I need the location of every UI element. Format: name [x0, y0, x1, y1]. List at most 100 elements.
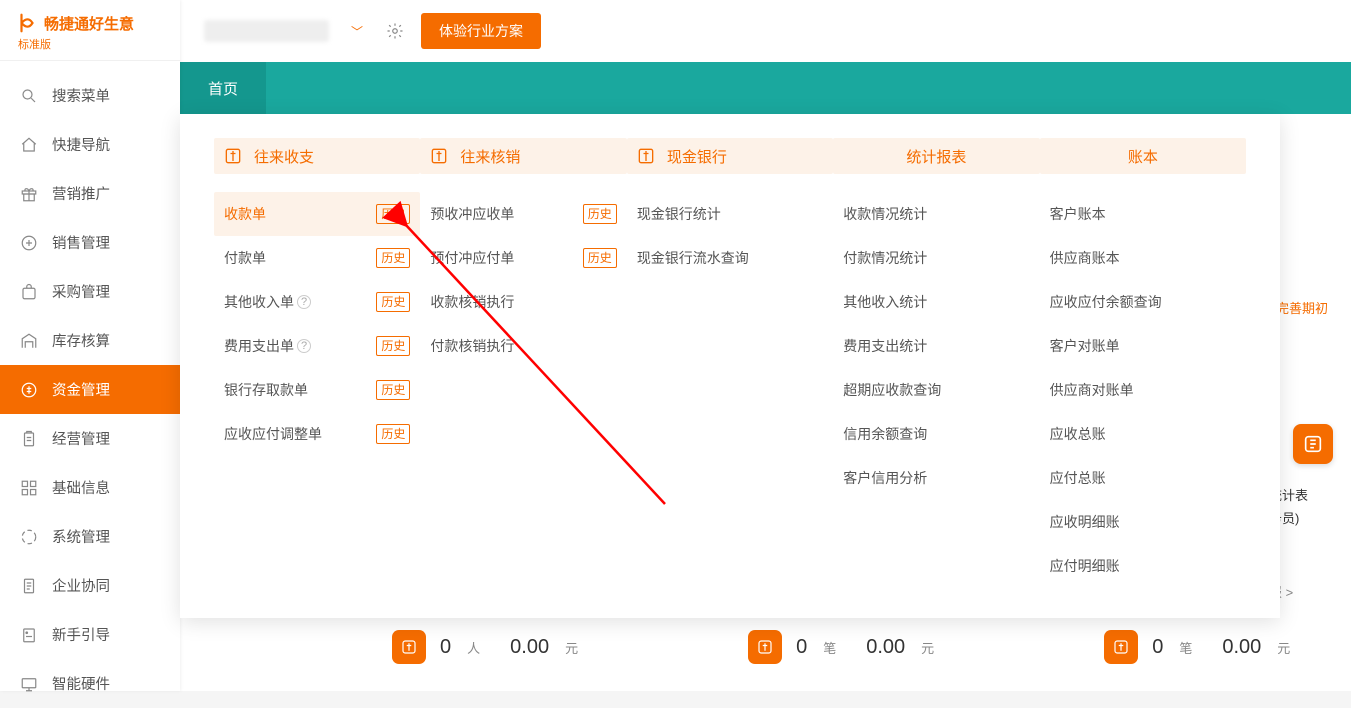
doc-icon	[20, 577, 38, 595]
sidebar-item-2[interactable]: 营销推广	[0, 169, 180, 218]
history-tag[interactable]: 历史	[376, 424, 410, 444]
menu-item-1-0[interactable]: 预收冲应收单历史	[420, 192, 626, 236]
menu-item-label: 收款核销执行	[430, 292, 514, 312]
menu-item-4-3[interactable]: 客户对账单	[1040, 324, 1246, 368]
industry-plan-button[interactable]: 体验行业方案	[421, 13, 541, 49]
settings-gear-icon[interactable]	[385, 21, 405, 41]
menu-item-1-2[interactable]: 收款核销执行	[420, 280, 626, 324]
column-header-icon	[428, 145, 450, 167]
menu-item-label: 客户对账单	[1050, 336, 1120, 356]
column-header-text: 往来收支	[254, 146, 314, 167]
column-header-icon	[222, 145, 244, 167]
menu-item-4-6[interactable]: 应付总账	[1040, 456, 1246, 500]
menu-item-2-0[interactable]: 现金银行统计	[627, 192, 833, 236]
menu-item-3-5[interactable]: 信用余额查询	[833, 412, 1039, 456]
help-icon[interactable]: ?	[297, 295, 311, 309]
sidebar-item-label: 搜索菜单	[52, 85, 110, 106]
menu-item-label: 应收明细账	[1050, 512, 1120, 532]
menu-column-3: 统计报表收款情况统计付款情况统计其他收入统计费用支出统计超期应收款查询信用余额查…	[833, 138, 1039, 594]
menu-item-1-1[interactable]: 预付冲应付单历史	[420, 236, 626, 280]
brand-title: 畅捷通好生意	[44, 13, 134, 34]
menu-item-2-1[interactable]: 现金银行流水查询	[627, 236, 833, 280]
sidebar-item-label: 快捷导航	[52, 134, 110, 155]
menu-item-3-0[interactable]: 收款情况统计	[833, 192, 1039, 236]
menu-item-label: 客户账本	[1050, 204, 1106, 224]
menu-item-label: 付款情况统计	[843, 248, 927, 268]
history-tag[interactable]: 历史	[376, 292, 410, 312]
home-icon	[20, 136, 38, 154]
summary-card-1: 0笔0.00元	[748, 630, 934, 664]
sidebar-item-4[interactable]: 采购管理	[0, 267, 180, 316]
sidebar-item-label: 库存核算	[52, 330, 110, 351]
menu-column-2: 现金银行现金银行统计现金银行流水查询	[627, 138, 833, 594]
summary-amount: 0.00	[866, 636, 905, 659]
sidebar-item-11[interactable]: 新手引导	[0, 610, 180, 659]
menu-item-label: 收款情况统计	[843, 204, 927, 224]
menu-item-0-3[interactable]: 费用支出单?历史	[214, 324, 420, 368]
menu-item-0-4[interactable]: 银行存取款单历史	[214, 368, 420, 412]
menu-item-4-7[interactable]: 应收明细账	[1040, 500, 1246, 544]
help-icon[interactable]: ?	[297, 339, 311, 353]
menu-item-label: 费用支出统计	[843, 336, 927, 356]
menu-item-4-1[interactable]: 供应商账本	[1040, 236, 1246, 280]
menu-item-label: 信用余额查询	[843, 424, 927, 444]
sidebar-item-label: 基础信息	[52, 477, 110, 498]
company-dropdown-chevron-icon[interactable]: ﹀	[345, 23, 369, 40]
sidebar-item-12[interactable]: 智能硬件	[0, 659, 180, 708]
sidebar-item-6[interactable]: 资金管理	[0, 365, 180, 414]
sidebar-item-1[interactable]: 快捷导航	[0, 120, 180, 169]
menu-item-label: 应收总账	[1050, 424, 1106, 444]
menu-column-header: 往来收支	[214, 138, 420, 174]
menu-item-3-2[interactable]: 其他收入统计	[833, 280, 1039, 324]
history-tag[interactable]: 历史	[376, 204, 410, 224]
menu-item-4-0[interactable]: 客户账本	[1040, 192, 1246, 236]
history-tag[interactable]: 历史	[583, 204, 617, 224]
column-header-icon	[635, 145, 657, 167]
sidebar-item-0[interactable]: 搜索菜单	[0, 71, 180, 120]
menu-item-4-4[interactable]: 供应商对账单	[1040, 368, 1246, 412]
menu-item-0-0[interactable]: 收款单 历史	[214, 192, 420, 236]
sidebar-item-7[interactable]: 经营管理	[0, 414, 180, 463]
menu-column-header: 往来核销	[420, 138, 626, 174]
brand-edition: 标准版	[18, 36, 164, 52]
sidebar-item-10[interactable]: 企业协同	[0, 561, 180, 610]
sidebar-item-3[interactable]: 销售管理	[0, 218, 180, 267]
summary-amount: 0.00	[1222, 636, 1261, 659]
sidebar-item-9[interactable]: 系统管理	[0, 512, 180, 561]
menu-item-3-3[interactable]: 费用支出统计	[833, 324, 1039, 368]
menu-item-0-2[interactable]: 其他收入单? 历史	[214, 280, 420, 324]
menu-item-0-1[interactable]: 付款单历史	[214, 236, 420, 280]
menu-item-label: 其他收入单?	[224, 292, 311, 312]
menu-column-1: 往来核销预收冲应收单历史预付冲应付单历史收款核销执行付款核销执行	[420, 138, 626, 594]
menu-item-3-6[interactable]: 客户信用分析	[833, 456, 1039, 500]
menu-item-1-3[interactable]: 付款核销执行	[420, 324, 626, 368]
history-tag[interactable]: 历史	[376, 380, 410, 400]
menu-item-3-1[interactable]: 付款情况统计	[833, 236, 1039, 280]
sidebar-item-5[interactable]: 库存核算	[0, 316, 180, 365]
menu-item-4-5[interactable]: 应收总账	[1040, 412, 1246, 456]
funds-mega-menu: 往来收支收款单历史付款单历史其他收入单?历史费用支出单?历史银行存取款单历史应收…	[180, 114, 1280, 618]
menu-item-0-5[interactable]: 应收应付调整单历史	[214, 412, 420, 456]
summary-cards-row: 0人0.00元0笔0.00元0笔0.00元	[392, 613, 1327, 681]
menu-item-label: 供应商账本	[1050, 248, 1120, 268]
tab-home[interactable]: 首页	[180, 62, 266, 114]
floating-shortcut-icon[interactable]	[1293, 424, 1333, 464]
cart-icon	[20, 234, 38, 252]
topbar: ﹀ 体验行业方案	[180, 0, 1351, 62]
menu-item-3-4[interactable]: 超期应收款查询	[833, 368, 1039, 412]
menu-item-label: 收款单	[224, 204, 266, 224]
history-tag[interactable]: 历史	[376, 336, 410, 356]
sidebar-item-label: 新手引导	[52, 624, 110, 645]
summary-card-2: 0笔0.00元	[1104, 630, 1290, 664]
history-tag[interactable]: 历史	[376, 248, 410, 268]
search-icon	[20, 87, 38, 105]
menu-item-4-8[interactable]: 应付明细账	[1040, 544, 1246, 588]
column-header-text: 账本	[1128, 146, 1158, 167]
brand-block: 畅捷通好生意 标准版	[0, 0, 180, 61]
history-tag[interactable]: 历史	[583, 248, 617, 268]
sidebar-item-8[interactable]: 基础信息	[0, 463, 180, 512]
sidebar-nav: 搜索菜单快捷导航营销推广销售管理采购管理库存核算资金管理经营管理基础信息系统管理…	[0, 61, 180, 708]
menu-item-label: 供应商对账单	[1050, 380, 1134, 400]
menu-item-4-2[interactable]: 应收应付余额查询	[1040, 280, 1246, 324]
sidebar: 畅捷通好生意 标准版 搜索菜单快捷导航营销推广销售管理采购管理库存核算资金管理经…	[0, 0, 180, 691]
